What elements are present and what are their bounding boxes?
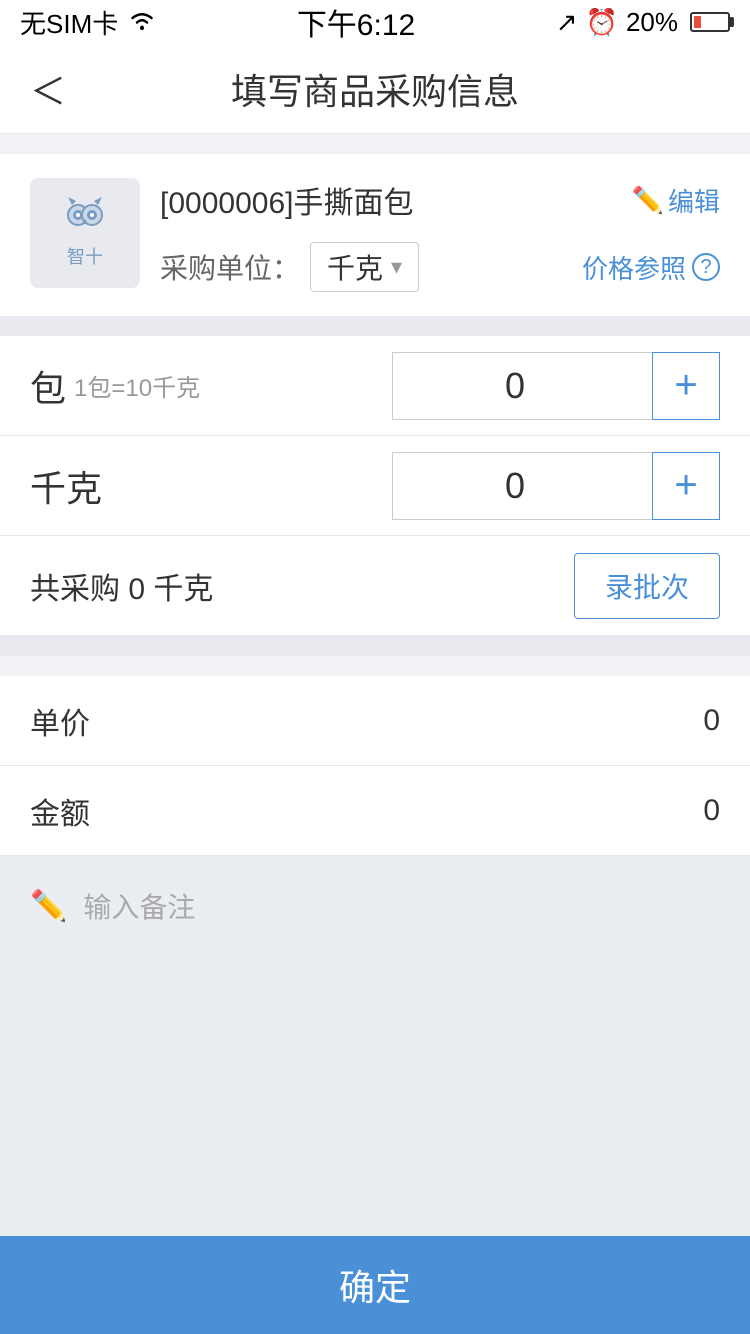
status-bar: 无SIM卡 下午6:12 ↗ ⏰ 20% [0, 0, 750, 44]
record-batch-button[interactable]: 录批次 [574, 553, 720, 619]
input-section: 包 1包=10千克 + 千克 + 共采购 0 千克 录批次 [0, 336, 750, 636]
notes-placeholder: 输入备注 [83, 886, 195, 926]
carrier-label: 无SIM卡 [20, 4, 118, 41]
product-card: 智十 [0000006]手撕面包 ✏️ 编辑 采购单位： 千克 ▾ 价格参照 ? [0, 154, 750, 316]
page-title: 填写商品采购信息 [231, 63, 519, 115]
unit-label: 采购单位： [160, 247, 300, 287]
bag-label-group: 包 1包=10千克 [30, 360, 200, 412]
status-time: 下午6:12 [297, 0, 415, 44]
confirm-button-label: 确定 [339, 1259, 411, 1311]
product-info: [0000006]手撕面包 ✏️ 编辑 采购单位： 千克 ▾ 价格参照 ? [160, 178, 720, 292]
edit-button[interactable]: ✏️ 编辑 [632, 182, 720, 219]
kg-label-group: 千克 [30, 460, 150, 512]
help-icon: ? [692, 253, 720, 281]
price-section: 单价 0 金额 0 [0, 676, 750, 856]
bag-input-controls: + [392, 352, 720, 420]
unit-row: 采购单位： 千克 ▾ 价格参照 ? [160, 242, 720, 292]
battery-icon [690, 12, 730, 32]
product-image: 智十 [30, 178, 140, 288]
kg-plus-button[interactable]: + [652, 452, 720, 520]
chevron-down-icon: ▾ [391, 254, 402, 280]
status-right: ↗ ⏰ 20% [556, 7, 730, 38]
bag-main-label: 包 [30, 360, 66, 412]
unit-price-label: 单价 [30, 699, 703, 743]
confirm-button[interactable]: 确定 [0, 1236, 750, 1334]
amount-value: 0 [703, 794, 720, 828]
back-button[interactable]: ＜ [30, 63, 66, 115]
kg-quantity-input[interactable] [392, 452, 652, 520]
edit-icon: ✏️ [632, 185, 664, 216]
kg-main-label: 千克 [30, 460, 102, 512]
battery-percent: 20% [626, 7, 678, 38]
content-spacer [0, 956, 750, 1236]
total-row: 共采购 0 千克 录批次 [0, 536, 750, 636]
bag-sub-label: 1包=10千克 [74, 368, 200, 403]
bag-input-row: 包 1包=10千克 + [0, 336, 750, 436]
product-logo-text: 智十 [67, 243, 103, 269]
bag-plus-button[interactable]: + [652, 352, 720, 420]
product-name-row: [0000006]手撕面包 ✏️ 编辑 [160, 178, 720, 222]
notes-section[interactable]: ✏️ 输入备注 [0, 856, 750, 956]
divider-2 [0, 636, 750, 656]
amount-row: 金额 0 [0, 766, 750, 856]
wifi-icon [128, 7, 156, 38]
nav-bar: ＜ 填写商品采购信息 [0, 44, 750, 134]
unit-price-row: 单价 0 [0, 676, 750, 766]
status-left: 无SIM卡 [20, 4, 156, 41]
kg-input-row: 千克 + [0, 436, 750, 536]
product-name: [0000006]手撕面包 [160, 178, 413, 222]
unit-price-value: 0 [703, 704, 720, 738]
total-label: 共采购 0 千克 [30, 564, 574, 608]
location-icon: ↗ [556, 7, 578, 38]
amount-label: 金额 [30, 789, 703, 833]
price-ref-button[interactable]: 价格参照 ? [582, 249, 720, 286]
kg-input-controls: + [392, 452, 720, 520]
divider-1 [0, 316, 750, 336]
pencil-icon: ✏️ [30, 889, 67, 924]
unit-select[interactable]: 千克 ▾ [310, 242, 419, 292]
bag-quantity-input[interactable] [392, 352, 652, 420]
alarm-icon: ⏰ [586, 7, 618, 38]
